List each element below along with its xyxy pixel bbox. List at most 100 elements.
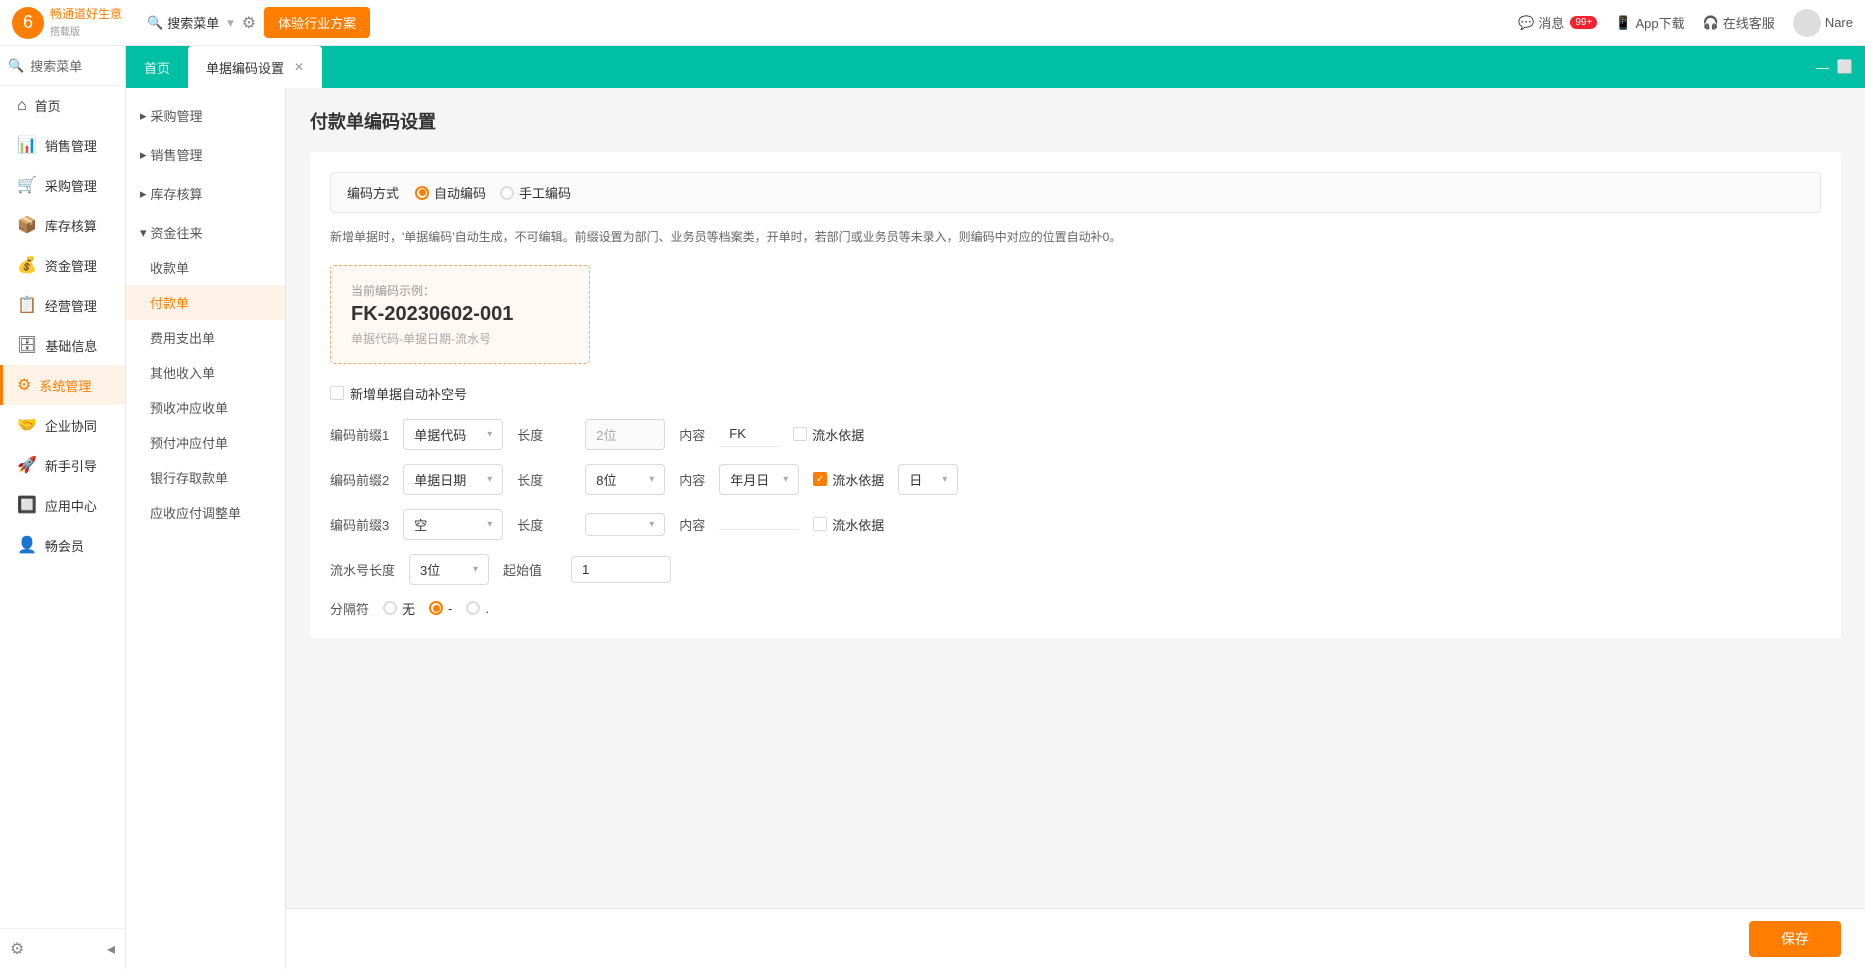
topbar-search-area[interactable]: 🔍 搜索菜单 [147, 13, 219, 32]
page-with-sub: ▸ 采购管理 ▸ 销售管理 ▸ 库存核算 [126, 88, 1865, 969]
field-select-2-value: 单据日期 [414, 470, 466, 489]
online-service-btn[interactable]: 🎧 在线客服 [1703, 13, 1775, 32]
collapse-icon[interactable]: ◂ [107, 939, 115, 959]
chevron-down-icon: ▾ [487, 429, 492, 440]
encoding-method-row: 编码方式 自动编码 手工编码 [330, 172, 1821, 213]
waterfall-label-1: 流水依据 [812, 425, 864, 444]
msg-btn[interactable]: 💬 消息 99+ [1518, 13, 1597, 32]
content-label-1: 内容 [679, 425, 705, 444]
sep-dot-radio-circle [466, 601, 480, 615]
sub-menu-title-inventory[interactable]: ▸ 库存核算 [126, 176, 285, 211]
waterfall-unit-select-2[interactable]: 日 ▾ [898, 464, 958, 495]
tab-close-icon[interactable]: ✕ [294, 60, 304, 74]
sidebar-item-system[interactable]: ⚙ 系统管理 [0, 365, 125, 405]
page-title: 付款单编码设置 [310, 108, 1841, 134]
sidebar-item-base[interactable]: 🗄 基础信息 [0, 325, 125, 365]
sub-menu-title-sales[interactable]: ▸ 销售管理 [126, 137, 285, 172]
auto-encode-label: 自动编码 [434, 183, 486, 202]
sub-menu-item-other-income[interactable]: 其他收入单 [126, 355, 285, 390]
app-download-btn[interactable]: 📱 App下载 [1615, 13, 1684, 32]
sub-menu-item-prepay-pay[interactable]: 预付冲应付单 [126, 425, 285, 460]
sidebar-item-management[interactable]: 📋 经营管理 [0, 285, 125, 325]
length-input-1: 2位 [585, 419, 665, 450]
app-download-label: App下载 [1635, 13, 1684, 32]
sub-menu-item-prepay-recv[interactable]: 预收冲应收单 [126, 390, 285, 425]
field-select-1-value: 单据代码 [414, 425, 466, 444]
topbar-mid: 🔍 搜索菜单 ▾ ⚙ 体验行业方案 [147, 7, 1508, 38]
waterfall-checkbox-3[interactable] [813, 517, 827, 531]
user-area[interactable]: Nare [1793, 9, 1853, 37]
encoding-method-label: 编码方式 [347, 183, 399, 202]
auto-encode-radio[interactable]: 自动编码 [415, 183, 486, 202]
sub-menu-group-inventory: ▸ 库存核算 [126, 176, 285, 211]
sub-menu-group-capital: ▾ 资金往来 收款单 付款单 费用支出单 其他收入单 预收冲应收单 预付冲应付单… [126, 215, 285, 530]
settings-icon[interactable]: ⚙ [10, 939, 24, 959]
sep-none-radio-circle [383, 601, 397, 615]
waterfall-checkbox-1[interactable] [793, 427, 807, 441]
auto-fill-checkbox[interactable] [330, 386, 344, 400]
sub-menu-item-receipt[interactable]: 收款单 [126, 250, 285, 285]
sidebar-item-label: 经营管理 [45, 296, 97, 315]
auto-fill-label: 新增单据自动补空号 [350, 384, 467, 403]
sub-menu-item-adjust[interactable]: 应收应付调整单 [126, 495, 285, 530]
tab-home[interactable]: 首页 [126, 46, 188, 88]
logo: 6 畅通道好生意 搭载版 [12, 7, 137, 39]
field-select-3[interactable]: 空 ▾ [403, 509, 503, 540]
serial-length-select[interactable]: 3位 ▾ [409, 554, 489, 585]
example-code: FK-20230602-001 [351, 303, 569, 326]
sidebar-item-purchase[interactable]: 🛒 采购管理 [0, 165, 125, 205]
manual-encode-radio[interactable]: 手工编码 [500, 183, 571, 202]
sub-menu: ▸ 采购管理 ▸ 销售管理 ▸ 库存核算 [126, 88, 286, 969]
tab-encoding-label: 单据编码设置 [206, 58, 284, 77]
sub-menu-item-payment[interactable]: 付款单 [126, 285, 285, 320]
length-label-1: 长度 [517, 425, 571, 444]
sidebar-item-coop[interactable]: 🤝 企业协同 [0, 405, 125, 445]
sidebar-item-inventory[interactable]: 📦 库存核算 [0, 205, 125, 245]
msg-icon: 💬 [1518, 15, 1534, 31]
apps-icon: 🔲 [17, 495, 37, 515]
sep-radio-dash[interactable]: - [429, 601, 452, 616]
sub-menu-group-sales: ▸ 销售管理 [126, 137, 285, 172]
sub-menu-item-expense[interactable]: 费用支出单 [126, 320, 285, 355]
chevron-down-icon: ▾ [227, 15, 234, 31]
sidebar-item-home[interactable]: ⌂ 首页 [0, 86, 125, 125]
headset-icon: 🎧 [1703, 15, 1719, 31]
sub-menu-title-capital[interactable]: ▾ 资金往来 [126, 215, 285, 250]
length-select-2-value: 8位 [596, 470, 616, 489]
example-label: 当前编码示例： [351, 282, 569, 299]
field-select-2[interactable]: 单据日期 ▾ [403, 464, 503, 495]
management-icon: 📋 [17, 295, 37, 315]
sep-radio-dot[interactable]: . [466, 601, 489, 616]
coop-icon: 🤝 [17, 415, 37, 435]
sidebar-item-member[interactable]: 👤 畅会员 [0, 525, 125, 565]
length-select-2[interactable]: 8位 ▾ [585, 464, 665, 495]
home-icon: ⌂ [17, 97, 27, 115]
length-select-3[interactable]: ▾ [585, 513, 665, 536]
sidebar-item-sales[interactable]: 📊 销售管理 [0, 125, 125, 165]
save-button[interactable]: 保存 [1749, 921, 1841, 957]
sidebar-item-guide[interactable]: 🚀 新手引导 [0, 445, 125, 485]
sidebar-item-label: 资金管理 [45, 256, 97, 275]
sep-radio-none[interactable]: 无 [383, 599, 415, 618]
notice-text: 新增单据时，'单据编码'自动生成，不可编辑。前缀设置为部门、业务员等档案类，开单… [330, 227, 1821, 249]
sub-menu-group-label: 资金往来 [151, 223, 203, 242]
tab-encoding[interactable]: 单据编码设置 ✕ [188, 46, 322, 88]
start-value-input[interactable] [571, 556, 671, 583]
sidebar-item-finance[interactable]: 💰 资金管理 [0, 245, 125, 285]
sub-menu-item-bank[interactable]: 银行存取款单 [126, 460, 285, 495]
search-icon: 🔍 [147, 15, 163, 31]
tab-maximize-icon[interactable]: ⬜ [1837, 59, 1853, 75]
tab-bar-right: — ⬜ [1816, 59, 1865, 75]
sidebar-search[interactable]: 🔍 搜索菜单 [0, 46, 125, 86]
sidebar-item-label: 首页 [35, 96, 61, 115]
waterfall-checkbox-2[interactable]: ✓ [813, 472, 827, 486]
sidebar-item-apps[interactable]: 🔲 应用中心 [0, 485, 125, 525]
field-select-1[interactable]: 单据代码 ▾ [403, 419, 503, 450]
sub-menu-title-purchase[interactable]: ▸ 采购管理 [126, 98, 285, 133]
serial-length-label: 流水号长度 [330, 560, 395, 579]
content-select-2[interactable]: 年月日 ▾ [719, 464, 799, 495]
arrow-right-icon: ▸ [140, 108, 147, 124]
brand-btn[interactable]: 体验行业方案 [264, 7, 370, 38]
tab-minimize-icon[interactable]: — [1816, 60, 1829, 75]
gear-icon[interactable]: ⚙ [242, 13, 256, 33]
